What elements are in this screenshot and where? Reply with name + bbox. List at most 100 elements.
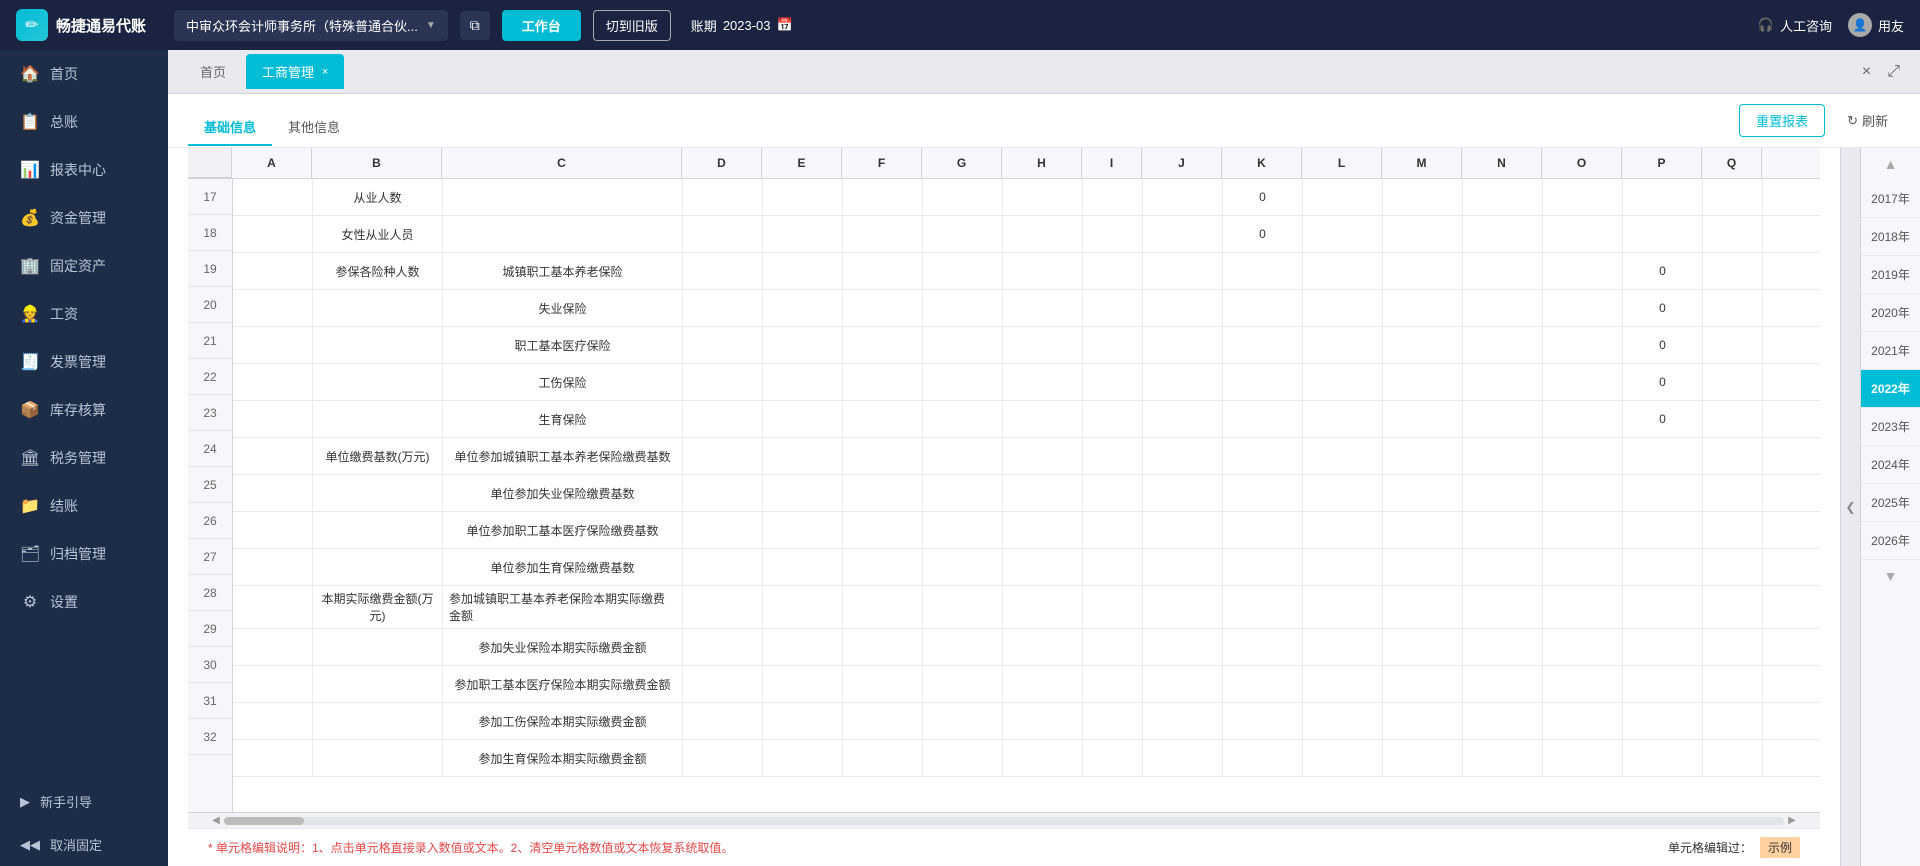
cell-19-G[interactable] <box>923 253 1003 289</box>
cell-29-P[interactable] <box>1623 629 1703 665</box>
cell-27-C[interactable]: 单位参加生育保险缴费基数 <box>443 549 683 585</box>
cell-20-F[interactable] <box>843 290 923 326</box>
cell-19-L[interactable] <box>1303 253 1383 289</box>
cell-23-O[interactable] <box>1543 401 1623 437</box>
cell-21-G[interactable] <box>923 327 1003 363</box>
cell-17-E[interactable] <box>763 179 843 215</box>
cell-26-J[interactable] <box>1143 512 1223 548</box>
cell-19-C[interactable]: 城镇职工基本养老保险 <box>443 253 683 289</box>
cell-25-Q[interactable] <box>1703 475 1763 511</box>
cell-21-Q[interactable] <box>1703 327 1763 363</box>
h-scroll-track[interactable] <box>224 817 1784 825</box>
sidebar-item-reports[interactable]: 📊 报表中心 <box>0 146 168 194</box>
cell-26-N[interactable] <box>1463 512 1543 548</box>
cell-19-K[interactable] <box>1223 253 1303 289</box>
cell-22-E[interactable] <box>763 364 843 400</box>
cell-17-L[interactable] <box>1303 179 1383 215</box>
cell-31-M[interactable] <box>1383 703 1463 739</box>
cell-31-L[interactable] <box>1303 703 1383 739</box>
cell-31-E[interactable] <box>763 703 843 739</box>
cell-30-E[interactable] <box>763 666 843 702</box>
cell-28-M[interactable] <box>1383 586 1463 628</box>
cell-26-A[interactable] <box>233 512 313 548</box>
cell-21-C[interactable]: 职工基本医疗保险 <box>443 327 683 363</box>
cell-24-J[interactable] <box>1143 438 1223 474</box>
cell-20-N[interactable] <box>1463 290 1543 326</box>
cell-19-B[interactable]: 参保各险种人数 <box>313 253 443 289</box>
cell-18-A[interactable] <box>233 216 313 252</box>
cell-17-D[interactable] <box>683 179 763 215</box>
year-2017[interactable]: 2017年 <box>1861 180 1920 218</box>
cell-24-E[interactable] <box>763 438 843 474</box>
cell-29-H[interactable] <box>1003 629 1083 665</box>
cell-22-D[interactable] <box>683 364 763 400</box>
cell-28-B[interactable]: 本期实际缴费金额(万元) <box>313 586 443 628</box>
cell-25-I[interactable] <box>1083 475 1143 511</box>
cell-17-I[interactable] <box>1083 179 1143 215</box>
cell-18-Q[interactable] <box>1703 216 1763 252</box>
cell-22-K[interactable] <box>1223 364 1303 400</box>
cell-20-P[interactable]: 0 <box>1623 290 1703 326</box>
cell-25-C[interactable]: 单位参加失业保险缴费基数 <box>443 475 683 511</box>
cell-23-D[interactable] <box>683 401 763 437</box>
cell-31-K[interactable] <box>1223 703 1303 739</box>
cell-27-K[interactable] <box>1223 549 1303 585</box>
cell-21-O[interactable] <box>1543 327 1623 363</box>
cell-29-F[interactable] <box>843 629 923 665</box>
cell-30-J[interactable] <box>1143 666 1223 702</box>
cell-23-L[interactable] <box>1303 401 1383 437</box>
cell-31-C[interactable]: 参加工伤保险本期实际缴费金额 <box>443 703 683 739</box>
cell-31-H[interactable] <box>1003 703 1083 739</box>
copy-button[interactable]: ⧉ <box>460 11 490 40</box>
cell-29-K[interactable] <box>1223 629 1303 665</box>
cell-30-O[interactable] <box>1543 666 1623 702</box>
year-2026[interactable]: 2026年 <box>1861 522 1920 560</box>
cell-18-O[interactable] <box>1543 216 1623 252</box>
cell-25-M[interactable] <box>1383 475 1463 511</box>
cell-24-N[interactable] <box>1463 438 1543 474</box>
cell-32-B[interactable] <box>313 740 443 776</box>
cell-29-G[interactable] <box>923 629 1003 665</box>
scroll-left-button[interactable]: ◀ <box>208 815 224 826</box>
cell-31-F[interactable] <box>843 703 923 739</box>
cell-22-Q[interactable] <box>1703 364 1763 400</box>
cell-17-K[interactable]: 0 <box>1223 179 1303 215</box>
cell-24-F[interactable] <box>843 438 923 474</box>
year-2020[interactable]: 2020年 <box>1861 294 1920 332</box>
cell-29-I[interactable] <box>1083 629 1143 665</box>
cell-26-G[interactable] <box>923 512 1003 548</box>
year-2018[interactable]: 2018年 <box>1861 218 1920 256</box>
cell-26-L[interactable] <box>1303 512 1383 548</box>
refresh-button[interactable]: ↻ 刷新 <box>1835 105 1900 136</box>
cell-25-N[interactable] <box>1463 475 1543 511</box>
sidebar-item-tax[interactable]: 🏛 税务管理 <box>0 434 168 482</box>
cell-25-K[interactable] <box>1223 475 1303 511</box>
sidebar-item-finance[interactable]: 💰 资金管理 <box>0 194 168 242</box>
cell-28-A[interactable] <box>233 586 313 628</box>
cell-28-P[interactable] <box>1623 586 1703 628</box>
cell-22-J[interactable] <box>1143 364 1223 400</box>
sidebar-item-unpin[interactable]: ◀◀ 取消固定 <box>0 823 168 866</box>
cell-28-D[interactable] <box>683 586 763 628</box>
cell-24-Q[interactable] <box>1703 438 1763 474</box>
cell-20-H[interactable] <box>1003 290 1083 326</box>
cell-26-H[interactable] <box>1003 512 1083 548</box>
cell-30-H[interactable] <box>1003 666 1083 702</box>
cell-19-E[interactable] <box>763 253 843 289</box>
cell-18-C[interactable] <box>443 216 683 252</box>
cell-18-B[interactable]: 女性从业人员 <box>313 216 443 252</box>
cell-20-L[interactable] <box>1303 290 1383 326</box>
cell-25-L[interactable] <box>1303 475 1383 511</box>
cell-17-A[interactable] <box>233 179 313 215</box>
cell-25-B[interactable] <box>313 475 443 511</box>
cell-26-D[interactable] <box>683 512 763 548</box>
cell-18-J[interactable] <box>1143 216 1223 252</box>
cell-19-N[interactable] <box>1463 253 1543 289</box>
cell-23-P[interactable]: 0 <box>1623 401 1703 437</box>
cell-21-N[interactable] <box>1463 327 1543 363</box>
close-icon[interactable]: × <box>322 66 328 78</box>
cell-22-G[interactable] <box>923 364 1003 400</box>
cell-19-H[interactable] <box>1003 253 1083 289</box>
cell-29-D[interactable] <box>683 629 763 665</box>
cell-32-F[interactable] <box>843 740 923 776</box>
